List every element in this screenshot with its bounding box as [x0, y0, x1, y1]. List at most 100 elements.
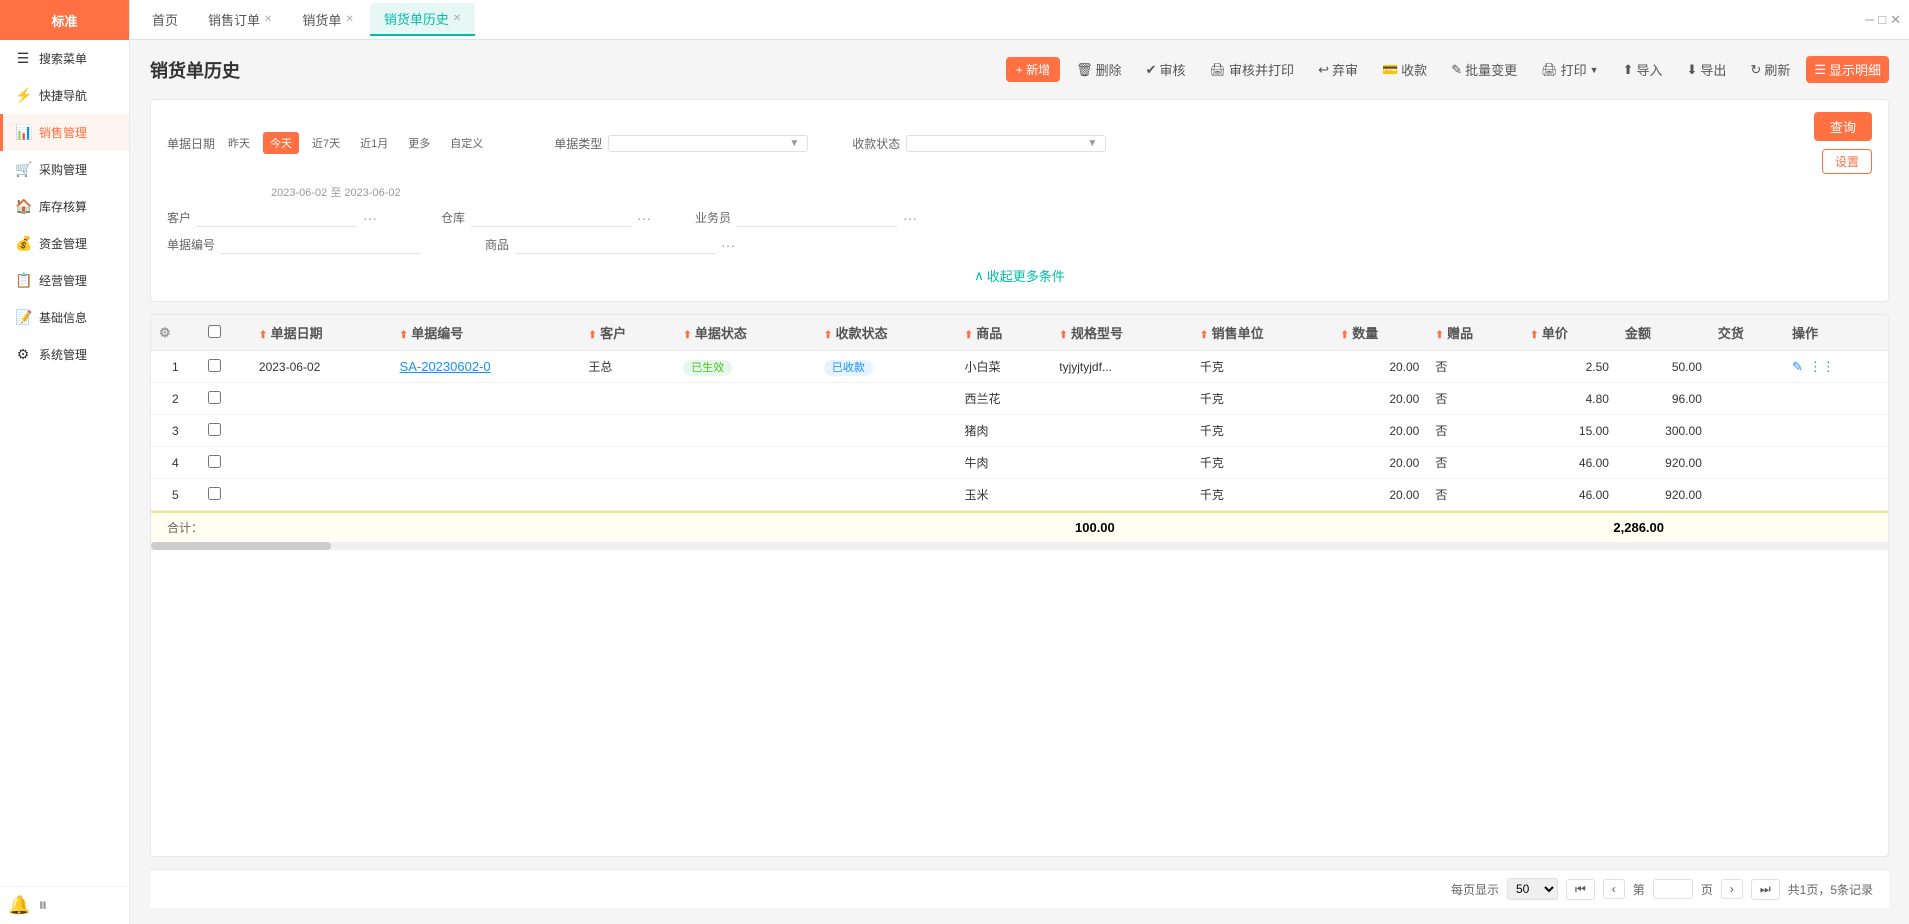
collect-button[interactable]: 💳 收款 — [1374, 56, 1435, 83]
notification-icon[interactable]: 🔔 — [8, 895, 30, 916]
goods-picker-icon[interactable]: ··· — [721, 237, 735, 253]
salesperson-picker-icon[interactable]: ··· — [903, 210, 917, 226]
sidebar-item-purchase-mgmt[interactable]: 🛒 采购管理 — [0, 151, 129, 188]
select-all-checkbox[interactable] — [208, 325, 221, 338]
row-select-checkbox[interactable] — [208, 455, 221, 468]
sidebar-item-basic-info[interactable]: 📝 基础信息 — [0, 299, 129, 336]
th-doc-status[interactable]: ⬆ 单据状态 — [675, 315, 816, 351]
th-customer[interactable]: ⬆ 客户 — [580, 315, 675, 351]
date-btn-1month[interactable]: 近1月 — [353, 132, 395, 154]
sort-icon: ⬆ — [824, 330, 832, 341]
date-btn-custom[interactable]: 自定义 — [443, 132, 490, 154]
maximize-btn[interactable]: □ — [1878, 12, 1886, 27]
customer-input[interactable] — [197, 208, 357, 227]
data-table: ⚙ ⬆ 单据日期 ⬆ 单据编号 ⬆ 客户 ⬆ 单据状态 ⬆ 收款状态 ⬆ 商品 … — [151, 315, 1888, 511]
tab-sales-goods-close[interactable]: ✕ — [345, 14, 353, 25]
row-num-cell: 4 — [151, 447, 200, 479]
sidebar-item-label: 采购管理 — [39, 161, 87, 178]
sidebar-item-inventory[interactable]: 🏠 库存核算 — [0, 188, 129, 225]
spec-cell — [1051, 415, 1192, 447]
th-collect-status[interactable]: ⬆ 收款状态 — [816, 315, 957, 351]
per-page-select[interactable]: 50 100 200 — [1507, 878, 1558, 900]
export-button[interactable]: ⬇ 导出 — [1678, 56, 1734, 83]
delete-button[interactable]: 🗑 删除 — [1068, 56, 1130, 83]
goods-cell: 小白菜 — [956, 351, 1051, 383]
sidebar-item-sys-mgmt[interactable]: ⚙ 系统管理 — [0, 336, 129, 373]
th-goods[interactable]: ⬆ 商品 — [956, 315, 1051, 351]
sidebar-item-finance-mgmt[interactable]: 💰 资金管理 — [0, 225, 129, 262]
settings-icon[interactable]: ⚙ — [159, 325, 171, 340]
row-select-checkbox[interactable] — [208, 359, 221, 372]
import-button[interactable]: ⬆ 导入 — [1615, 56, 1671, 83]
row-select-checkbox[interactable] — [208, 487, 221, 500]
refresh-button[interactable]: ↻ 刷新 — [1742, 56, 1798, 83]
tab-sales-goods[interactable]: 销货单 ✕ — [288, 4, 367, 35]
first-page-btn[interactable]: ⏮ — [1566, 879, 1595, 900]
customer-picker-icon[interactable]: ··· — [363, 210, 377, 226]
doc-num-input[interactable] — [221, 235, 421, 254]
sidebar-item-ops-mgmt[interactable]: 📋 经营管理 — [0, 262, 129, 299]
sidebar-logo: 标准 — [0, 0, 129, 40]
salesperson-input[interactable] — [737, 208, 897, 227]
sidebar-item-search-menu[interactable]: ☰ 搜索菜单 — [0, 40, 129, 77]
audit-button[interactable]: ✔ 审核 — [1138, 56, 1194, 83]
th-settings[interactable]: ⚙ — [151, 315, 200, 351]
th-doc-number[interactable]: ⬆ 单据编号 — [392, 315, 581, 351]
collapse-button[interactable]: ∧ 收起更多条件 — [167, 262, 1872, 289]
row-select-checkbox[interactable] — [208, 391, 221, 404]
amount-cell: 920.00 — [1617, 447, 1710, 479]
batch-change-icon: ✎ — [1451, 62, 1462, 78]
collect-status-cell — [816, 479, 957, 511]
filter-row-2: 客户 ··· 仓库 ··· 业务员 ··· — [167, 208, 1872, 227]
tab-home-label: 首页 — [152, 10, 178, 29]
settings-button[interactable]: 设置 — [1822, 149, 1872, 174]
salesperson-label: 业务员 — [695, 209, 731, 226]
minimize-btn[interactable]: ─ — [1865, 12, 1874, 27]
date-btn-7days[interactable]: 近7天 — [305, 132, 347, 154]
th-unit[interactable]: ⬆ 销售单位 — [1192, 315, 1333, 351]
collect-status-select[interactable]: ▼ — [906, 135, 1106, 152]
new-button[interactable]: + 新增 — [1006, 57, 1060, 82]
page-number-input[interactable]: 1 — [1653, 879, 1693, 899]
collect-status-cell — [816, 415, 957, 447]
tab-sales-history[interactable]: 销货单历史 ✕ — [370, 3, 475, 36]
abandon-button[interactable]: ↩ 弃审 — [1310, 56, 1366, 83]
pause-icon[interactable]: ⏸ — [38, 895, 47, 916]
tab-sales-history-close[interactable]: ✕ — [453, 13, 461, 24]
show-detail-button[interactable]: ☰ 显示明细 — [1806, 56, 1889, 83]
date-btn-yesterday[interactable]: 昨天 — [221, 132, 257, 154]
query-button[interactable]: 查询 — [1814, 112, 1872, 141]
th-qty[interactable]: ⬆ 数量 — [1333, 315, 1428, 351]
sidebar-item-quick-nav[interactable]: ⚡ 快捷导航 — [0, 77, 129, 114]
amount-cell: 300.00 — [1617, 415, 1710, 447]
th-price[interactable]: ⬆ 单价 — [1522, 315, 1617, 351]
doc-type-select[interactable]: ▼ — [608, 135, 808, 152]
row-select-checkbox[interactable] — [208, 423, 221, 436]
inventory-icon: 🏠 — [15, 198, 31, 215]
tab-sales-order-close[interactable]: ✕ — [264, 14, 272, 25]
audit-print-button[interactable]: 🖨 审核并打印 — [1202, 56, 1303, 83]
date-btn-today[interactable]: 今天 — [263, 132, 299, 154]
next-page-btn[interactable]: › — [1721, 879, 1743, 899]
last-page-btn[interactable]: ⏭ — [1751, 879, 1780, 900]
batch-change-button[interactable]: ✎ 批量变更 — [1443, 56, 1525, 83]
qty-cell: 20.00 — [1333, 415, 1428, 447]
goods-input[interactable] — [515, 235, 715, 254]
sidebar-item-sales-mgmt[interactable]: 📊 销售管理 — [0, 114, 129, 151]
scroll-track[interactable] — [151, 542, 1888, 550]
scroll-thumb[interactable] — [151, 542, 331, 550]
th-gift[interactable]: ⬆ 赠品 — [1427, 315, 1522, 351]
print-button[interactable]: 🖨 打印 ▼ — [1533, 56, 1606, 83]
th-doc-date[interactable]: ⬆ 单据日期 — [251, 315, 392, 351]
date-btn-more[interactable]: 更多 — [401, 132, 437, 154]
close-btn[interactable]: ✕ — [1890, 12, 1901, 28]
tab-home[interactable]: 首页 — [138, 4, 192, 35]
edit-icon[interactable]: ✎ — [1792, 359, 1803, 375]
th-spec[interactable]: ⬆ 规格型号 — [1051, 315, 1192, 351]
more-icon[interactable]: ⋮⋮ — [1809, 359, 1835, 375]
detail-icon: ☰ — [1814, 62, 1826, 78]
tab-sales-order[interactable]: 销售订单 ✕ — [194, 4, 286, 35]
warehouse-input[interactable] — [471, 208, 631, 227]
warehouse-picker-icon[interactable]: ··· — [637, 210, 651, 226]
prev-page-btn[interactable]: ‹ — [1603, 879, 1625, 899]
